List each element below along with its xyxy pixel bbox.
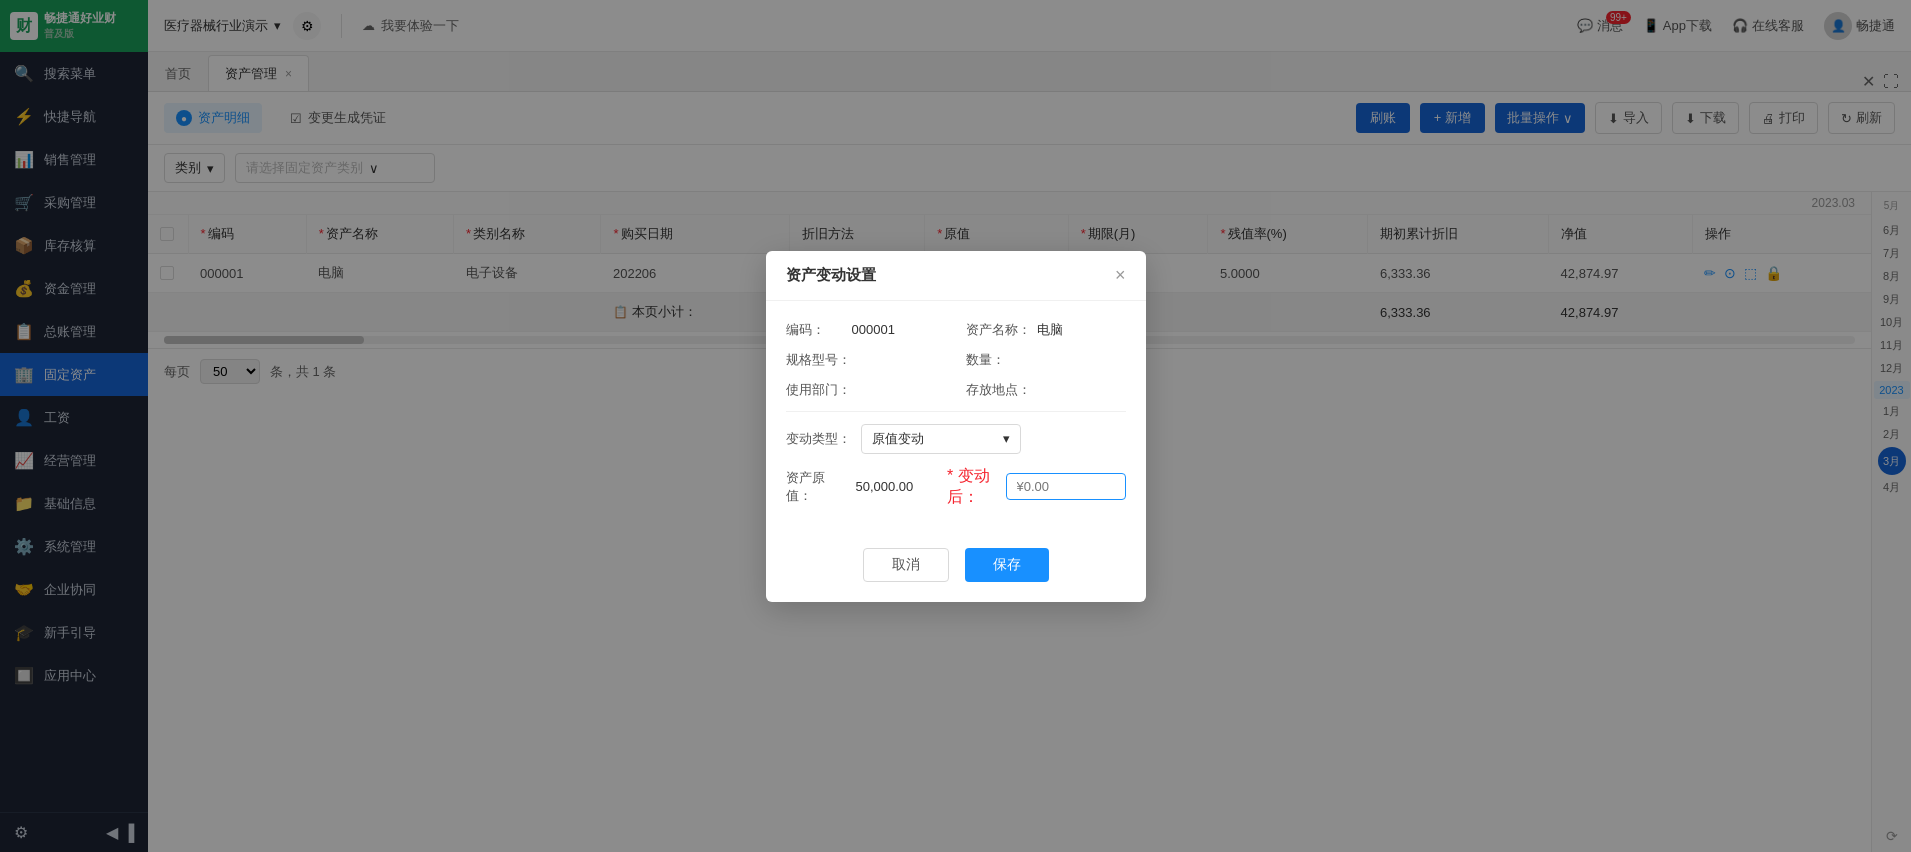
modal-row-2: 规格型号： 数量： [786,351,1126,369]
save-button[interactable]: 保存 [965,548,1049,582]
modal-close-btn[interactable]: × [1115,265,1126,286]
change-type-arrow: ▾ [1003,431,1010,446]
modal-divider [786,411,1126,412]
modal-dept-field: 使用部门： [786,381,946,399]
modal-body: 编码： 000001 资产名称： 电脑 规格型号： 数量： [766,301,1146,548]
modal-value-row: 资产原值： 50,000.00 * 变动后： [786,466,1126,508]
modal-code-label: 编码： [786,321,846,339]
change-type-select[interactable]: 原值变动 ▾ [861,424,1021,454]
modal-original-value-label: 资产原值： [786,469,846,505]
modal-location-field: 存放地点： [966,381,1126,399]
modal-code-field: 编码： 000001 [786,321,946,339]
modal-spec-label: 规格型号： [786,351,851,369]
modal-asset-name-label: 资产名称： [966,321,1031,339]
modal-after-label: * 变动后： [947,466,996,508]
asset-change-modal: 资产变动设置 × 编码： 000001 资产名称： 电脑 规格型号： [766,251,1146,602]
modal-quantity-field: 数量： [966,351,1126,369]
modal-row-1: 编码： 000001 资产名称： 电脑 [786,321,1126,339]
modal-dept-label: 使用部门： [786,381,851,399]
modal-asset-name-value: 电脑 [1037,321,1063,339]
modal-after-input[interactable] [1006,473,1126,500]
modal-overlay[interactable]: 资产变动设置 × 编码： 000001 资产名称： 电脑 规格型号： [0,0,1911,852]
modal-location-label: 存放地点： [966,381,1031,399]
cancel-button[interactable]: 取消 [863,548,949,582]
modal-footer: 取消 保存 [766,548,1146,602]
modal-spec-field: 规格型号： [786,351,946,369]
change-type-value: 原值变动 [872,430,924,448]
modal-header: 资产变动设置 × [766,251,1146,301]
modal-title: 资产变动设置 [786,266,876,285]
modal-code-value: 000001 [852,322,895,337]
modal-change-type-row: 变动类型： 原值变动 ▾ [786,424,1126,454]
modal-asset-name-field: 资产名称： 电脑 [966,321,1126,339]
modal-change-type-label: 变动类型： [786,430,851,448]
modal-quantity-label: 数量： [966,351,1026,369]
modal-original-value: 50,000.00 [856,474,937,499]
modal-row-3: 使用部门： 存放地点： [786,381,1126,399]
